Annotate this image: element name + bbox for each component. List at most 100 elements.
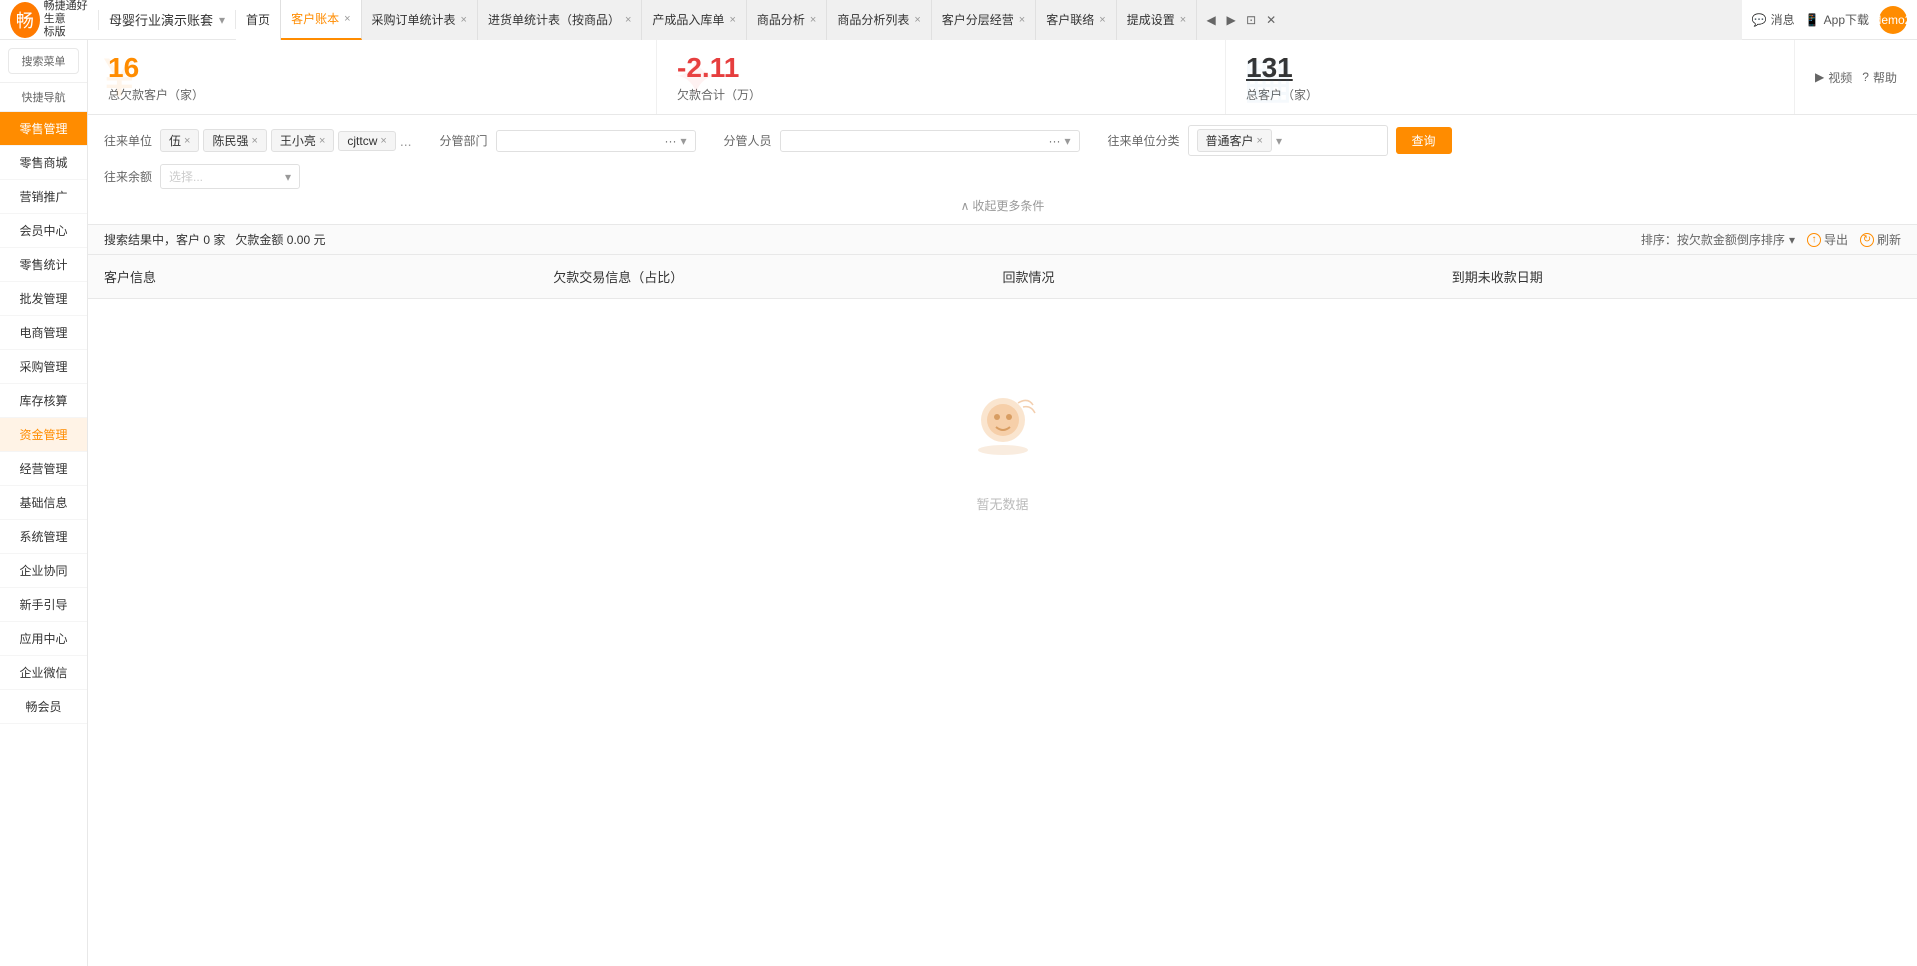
filter-tag-1[interactable]: 伍 × [160, 129, 199, 152]
sidebar-item-retail-mall[interactable]: 零售商城 [0, 146, 87, 180]
user-avatar[interactable]: demo2 [1879, 6, 1907, 34]
help-btn[interactable]: ? 帮助 [1862, 69, 1897, 86]
tab-boost-settings[interactable]: 提成设置 × [1117, 0, 1197, 40]
tab-close-goods-analysis-list[interactable]: × [914, 14, 920, 26]
phone-icon: 📱 [1805, 13, 1820, 27]
tab-arrow-right[interactable]: ▶ [1221, 10, 1241, 30]
tab-customer-tier[interactable]: 客户分层经营 × [932, 0, 1036, 40]
collapse-icon: ∧ [961, 199, 970, 213]
balance-select-arrow: ▾ [285, 170, 291, 184]
tab-close-all[interactable]: ✕ [1261, 10, 1281, 30]
sidebar-item-retail-stats[interactable]: 零售统计 [0, 248, 87, 282]
tab-purchase-order-stat[interactable]: 采购订单统计表 × [362, 0, 478, 40]
tab-close-customer-account[interactable]: × [344, 13, 350, 25]
person-select-more: ··· [1048, 134, 1060, 148]
sidebar-item-retail[interactable]: 零售管理 [0, 112, 87, 146]
tab-product-in[interactable]: 产成品入库单 × [642, 0, 746, 40]
empty-icon [963, 385, 1043, 484]
query-button[interactable]: 查询 [1396, 127, 1452, 154]
logo-area: 畅 畅捷通好生意 标版 [10, 0, 98, 39]
sidebar-item-basic-info[interactable]: 基础信息 [0, 486, 87, 520]
sidebar-item-system[interactable]: 系统管理 [0, 520, 87, 554]
store-selector[interactable]: 母婴行业演示账套 ▾ [99, 10, 236, 29]
tab-close-goods-analysis[interactable]: × [810, 14, 816, 26]
tab-goods-analysis-list[interactable]: 商品分析列表 × [827, 0, 931, 40]
dept-select-arrow: ▾ [680, 134, 686, 148]
tab-close-product-in[interactable]: × [729, 14, 735, 26]
unit-type-filter-label: 往来单位分类 [1108, 132, 1180, 149]
person-select[interactable]: ··· ▾ [780, 130, 1080, 152]
tab-close-boost-settings[interactable]: × [1180, 14, 1186, 26]
message-icon: 💬 [1752, 13, 1767, 27]
sidebar-item-ecommerce[interactable]: 电商管理 [0, 316, 87, 350]
main-layout: 搜索菜单 快捷导航 零售管理 零售商城 营销推广 会员中心 零售统计 批发管理 … [0, 40, 1917, 966]
tab-goods-analysis[interactable]: 商品分析 × [747, 0, 827, 40]
unit-type-select[interactable]: 普通客户 × ▾ [1188, 125, 1388, 156]
filter-tag-2-close[interactable]: × [251, 135, 257, 147]
filter-more-btn[interactable]: ... [400, 133, 412, 149]
sidebar-item-member[interactable]: 会员中心 [0, 214, 87, 248]
tab-close-customer-contact[interactable]: × [1099, 14, 1105, 26]
tab-home[interactable]: 首页 [236, 0, 281, 40]
unit-type-tag[interactable]: 普通客户 × [1197, 129, 1272, 152]
filter-tag-1-close[interactable]: × [184, 135, 190, 147]
filter-tag-3[interactable]: 王小亮 × [271, 129, 334, 152]
sidebar-item-operations[interactable]: 经营管理 [0, 452, 87, 486]
filter-tag-4-close[interactable]: × [380, 135, 386, 147]
tab-close-purchase-order-stat[interactable]: × [461, 14, 467, 26]
tab-customer-account[interactable]: 客户账本 × [281, 0, 361, 40]
sidebar-item-purchase[interactable]: 采购管理 [0, 350, 87, 384]
sort-control[interactable]: 排序：按欠款金额倒序排序 ▾ [1641, 231, 1795, 248]
tab-close-goods-in-stat[interactable]: × [625, 14, 631, 26]
top-right: 💬 消息 📱 App下载 demo2 [1752, 6, 1907, 34]
nav-tabs-container: 首页 客户账本 × 采购订单统计表 × 进货单统计表（按商品） × 产成品入库单… [236, 0, 1742, 40]
export-button[interactable]: ↑ 导出 [1807, 231, 1848, 248]
logo-icon: 畅 [10, 2, 40, 38]
stat-total-debt: ✦ -2.11 欠款合计（万） [657, 40, 1226, 114]
sidebar-item-finance[interactable]: 资金管理 [0, 418, 87, 452]
dept-select-more: ··· [664, 134, 676, 148]
tab-customer-contact[interactable]: 客户联络 × [1036, 0, 1116, 40]
filter-tag-3-close[interactable]: × [319, 135, 325, 147]
collapse-button[interactable]: ∧ 收起更多条件 [961, 197, 1045, 214]
balance-select[interactable]: 选择... ▾ [160, 164, 300, 189]
tab-window-controls[interactable]: ⊡ [1241, 10, 1261, 30]
unit-type-select-arrow: ▾ [1276, 134, 1282, 148]
sidebar-item-wholesale[interactable]: 批发管理 [0, 282, 87, 316]
app-download-btn[interactable]: 📱 App下载 [1805, 11, 1869, 28]
unit-type-tag-close[interactable]: × [1257, 135, 1263, 147]
result-bar: 搜索结果中，客户 0 家 欠款金额 0.00 元 排序：按欠款金额倒序排序 ▾ … [88, 225, 1917, 255]
filter-tag-2[interactable]: 陈民强 × [203, 129, 266, 152]
filter-tag-4[interactable]: cjttcw × [338, 131, 395, 151]
sidebar-item-enterprise-wechat[interactable]: 企业微信 [0, 656, 87, 690]
tab-goods-in-stat[interactable]: 进货单统计表（按商品） × [478, 0, 642, 40]
stat-total-customers: ¥ 16 总欠款客户（家） [88, 40, 657, 114]
sidebar-item-new-guide[interactable]: 新手引导 [0, 588, 87, 622]
sidebar-item-marketing[interactable]: 营销推广 [0, 180, 87, 214]
sidebar-search-button[interactable]: 搜索菜单 [8, 48, 79, 74]
sort-label: 排序：按欠款金额倒序排序 [1641, 231, 1785, 248]
sidebar-quick-nav[interactable]: 快捷导航 [0, 83, 87, 112]
tab-arrow-left[interactable]: ◀ [1201, 10, 1221, 30]
sidebar-item-enterprise-coop[interactable]: 企业协同 [0, 554, 87, 588]
balance-select-placeholder: 选择... [169, 168, 281, 185]
store-name: 母婴行业演示账套 [109, 10, 213, 29]
message-btn[interactable]: 💬 消息 [1752, 11, 1795, 28]
table-area: 客户信息 欠款交易信息（占比） 回款情况 到期未收款日期 [88, 255, 1917, 966]
logo-text: 畅捷通好生意 标版 [44, 0, 98, 39]
video-btn[interactable]: ▶ 视频 [1815, 69, 1852, 86]
dept-filter-label: 分管部门 [439, 132, 487, 149]
sidebar-item-app-center[interactable]: 应用中心 [0, 622, 87, 656]
filter-tags: 伍 × 陈民强 × 王小亮 × cjttcw × ... [160, 129, 411, 152]
sidebar-item-inventory[interactable]: 库存核算 [0, 384, 87, 418]
dept-select[interactable]: ··· ▾ [496, 130, 696, 152]
tab-close-customer-tier[interactable]: × [1019, 14, 1025, 26]
stats-bar: ¥ 16 总欠款客户（家） ✦ -2.11 欠款合计（万） ▦ 131 总客户（… [88, 40, 1917, 115]
refresh-button[interactable]: ↻ 刷新 [1860, 231, 1901, 248]
sort-arrow: ▾ [1789, 233, 1795, 247]
stat-total-units: ▦ 131 总客户（家） [1226, 40, 1795, 114]
filter-row-2: 往来余额 选择... ▾ [104, 164, 1901, 189]
table-col-customer: 客户信息 [104, 263, 553, 290]
sidebar-item-vip-member[interactable]: 畅会员 [0, 690, 87, 724]
stat-icon-3: ▦ [1242, 45, 1294, 109]
